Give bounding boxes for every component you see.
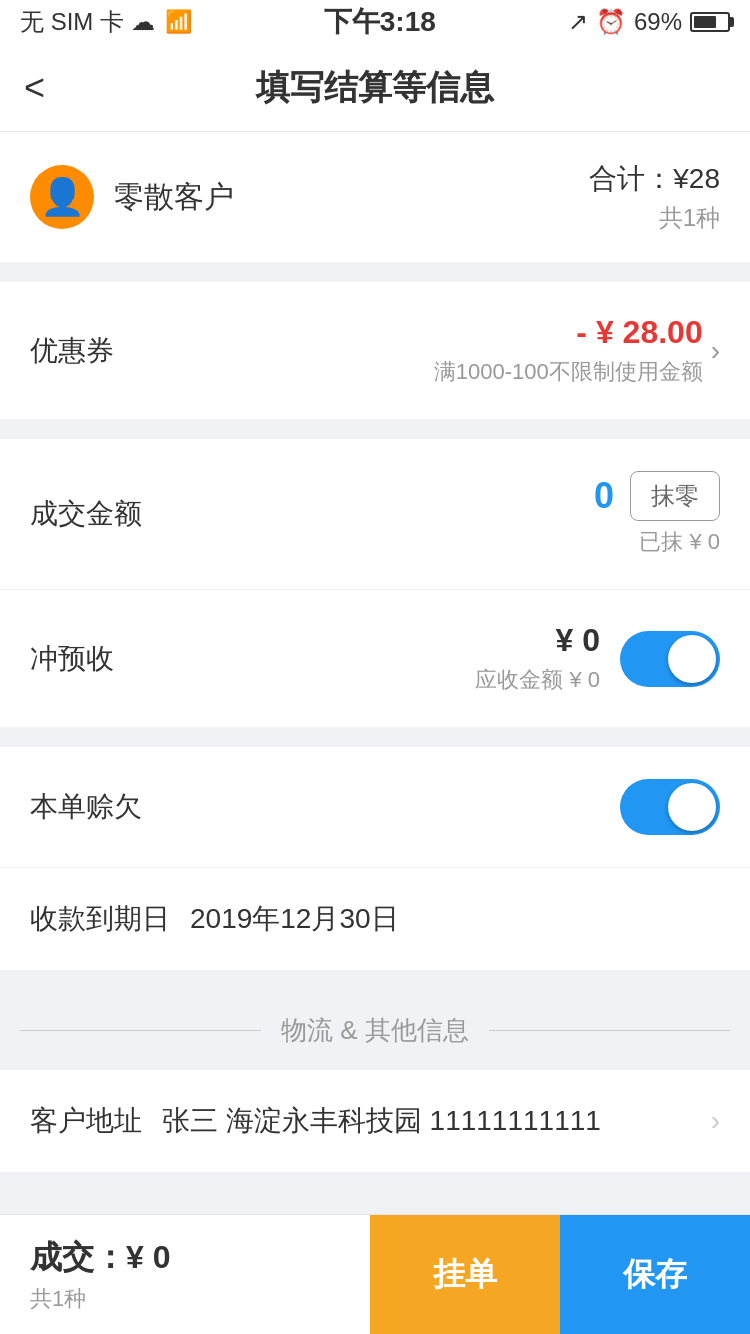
deal-amount-label: 成交金额	[30, 495, 142, 533]
due-date-row: 收款到期日 2019年12月30日	[0, 867, 750, 970]
due-date-label: 收款到期日	[30, 900, 170, 938]
status-bar: 无 SIM 卡 ☁ 📶 下午3:18 ↗ ⏰ 69%	[0, 0, 750, 44]
prepayment-values: ¥ 0 应收金额 ¥ 0	[475, 622, 600, 695]
deal-prepay-section: 成交金额 0 抹零 已抹 ¥ 0 冲预收 ¥ 0 应收金额 ¥ 0	[0, 439, 750, 727]
prepayment-row: 冲预收 ¥ 0 应收金额 ¥ 0	[0, 590, 750, 727]
sim-label: 无 SIM 卡 ☁	[20, 6, 155, 38]
deal-amount-right: 0 抹零 已抹 ¥ 0	[594, 471, 720, 557]
prepayment-receivable: 应收金额 ¥ 0	[475, 665, 600, 695]
status-left: 无 SIM 卡 ☁ 📶	[20, 6, 192, 38]
credit-label: 本单赊欠	[30, 788, 142, 826]
chevron-right-icon: ›	[711, 335, 720, 367]
coupon-desc: 满1000-100不限制使用金额	[434, 357, 703, 387]
round-zero-button[interactable]: 抹零	[630, 471, 720, 521]
prepayment-right: ¥ 0 应收金额 ¥ 0	[475, 622, 720, 695]
coupon-label: 优惠券	[30, 332, 114, 370]
footer-deal-value: ¥ 0	[126, 1239, 170, 1275]
credit-toggle[interactable]	[620, 779, 720, 835]
customer-total: 合计：¥28	[589, 160, 720, 198]
customer-section: 👤 零散客户 合计：¥28 共1种	[0, 132, 750, 262]
logistics-line-right	[489, 1030, 730, 1031]
already-round-text: 已抹 ¥ 0	[639, 527, 720, 557]
logistics-label: 物流 & 其他信息	[281, 1013, 469, 1048]
logistics-line-left	[20, 1030, 261, 1031]
credit-toggle-knob	[668, 783, 716, 831]
customer-name: 零散客户	[114, 177, 234, 218]
section-divider-2	[0, 727, 750, 747]
footer: 成交：¥ 0 共1种 挂单 保存	[0, 1214, 750, 1334]
credit-section: 本单赊欠 收款到期日 2019年12月30日	[0, 747, 750, 970]
battery-icon	[690, 12, 730, 32]
deal-amount-value: 0	[594, 475, 614, 517]
hold-button[interactable]: 挂单	[370, 1215, 560, 1335]
save-button[interactable]: 保存	[560, 1215, 750, 1335]
alarm-icon: ⏰	[596, 8, 626, 36]
footer-count: 共1种	[30, 1284, 340, 1314]
footer-deal-label: 成交：	[30, 1239, 126, 1275]
status-time: 下午3:18	[324, 3, 436, 41]
credit-row: 本单赊欠	[0, 747, 750, 867]
customer-left: 👤 零散客户	[30, 165, 234, 229]
due-date-value: 2019年12月30日	[190, 900, 399, 938]
deal-amount-top: 0 抹零	[594, 471, 720, 521]
chevron-right-address-icon: ›	[711, 1105, 720, 1137]
footer-deal-row: 成交：¥ 0	[30, 1236, 340, 1280]
avatar-icon: 👤	[40, 176, 85, 218]
battery-percent: 69%	[634, 8, 682, 36]
avatar: 👤	[30, 165, 94, 229]
address-label: 客户地址	[30, 1102, 142, 1140]
customer-count: 共1种	[589, 202, 720, 234]
prepayment-label: 冲预收	[30, 640, 114, 678]
prepayment-toggle[interactable]	[620, 631, 720, 687]
back-button[interactable]: <	[24, 67, 45, 109]
customer-right: 合计：¥28 共1种	[589, 160, 720, 234]
toggle-knob	[668, 635, 716, 683]
coupon-row[interactable]: 优惠券 - ¥ 28.00 满1000-100不限制使用金额 ›	[0, 282, 750, 419]
coupon-right: - ¥ 28.00 满1000-100不限制使用金额 ›	[434, 314, 720, 387]
address-value: 张三 海淀永丰科技园 11111111111	[162, 1102, 711, 1140]
prepayment-amount: ¥ 0	[475, 622, 600, 659]
section-divider-1	[0, 419, 750, 439]
status-right: ↗ ⏰ 69%	[568, 8, 730, 36]
deal-amount-row: 成交金额 0 抹零 已抹 ¥ 0	[0, 439, 750, 590]
wifi-icon: 📶	[165, 9, 192, 35]
coupon-section[interactable]: 优惠券 - ¥ 28.00 满1000-100不限制使用金额 ›	[0, 282, 750, 419]
page-title: 填写结算等信息	[256, 65, 494, 111]
address-row[interactable]: 客户地址 张三 海淀永丰科技园 11111111111 ›	[0, 1070, 750, 1172]
coupon-amount: - ¥ 28.00	[434, 314, 703, 351]
footer-info: 成交：¥ 0 共1种	[0, 1236, 370, 1314]
coupon-value-block: - ¥ 28.00 满1000-100不限制使用金额	[434, 314, 703, 387]
nav-bar: < 填写结算等信息	[0, 44, 750, 132]
location-icon: ↗	[568, 8, 588, 36]
logistics-divider: 物流 & 其他信息	[0, 990, 750, 1070]
